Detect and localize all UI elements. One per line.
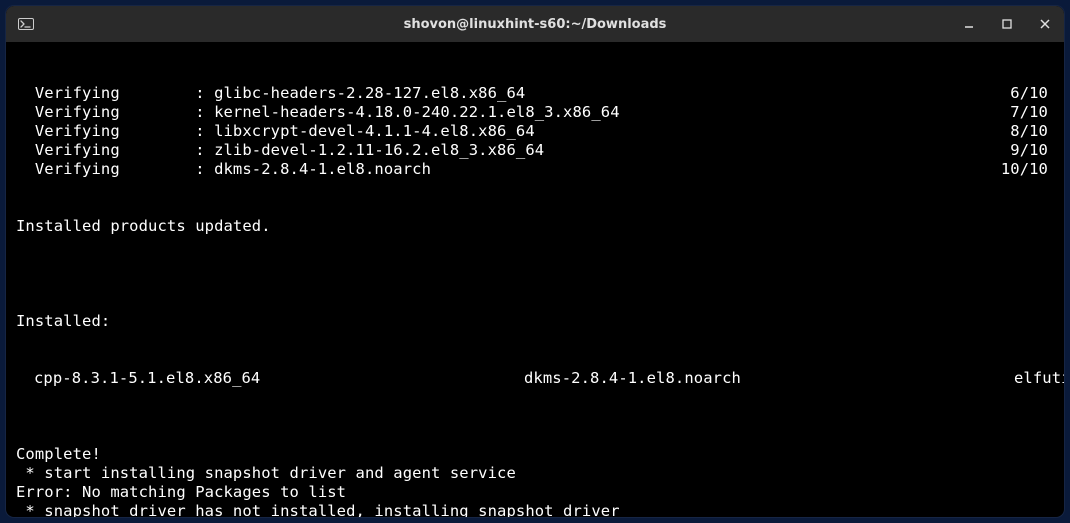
verify-count: 7/10 <box>1010 103 1054 122</box>
maximize-button[interactable] <box>994 11 1020 37</box>
verify-count: 9/10 <box>1010 141 1054 160</box>
verify-label: Verifying : dkms-2.8.4-1.el8.noarch <box>16 160 431 179</box>
window-title: shovon@linuxhint-s60:~/Downloads <box>6 17 1064 32</box>
installed-item: dkms-2.8.4-1.el8.noarch <box>506 369 996 388</box>
terminal-icon <box>18 18 34 30</box>
verify-label: Verifying : kernel-headers-4.18.0-240.22… <box>16 103 620 122</box>
verify-count: 6/10 <box>1010 84 1054 103</box>
output-line: Complete! <box>16 445 1054 464</box>
verify-label: Verifying : glibc-headers-2.28-127.el8.x… <box>16 84 525 103</box>
verify-count: 8/10 <box>1010 122 1054 141</box>
installed-item: elfutils-libelf-devel-0.180-1.el8.x86_64 <box>996 369 1064 388</box>
output-line <box>16 426 1054 445</box>
verify-row: Verifying : zlib-devel-1.2.11-16.2.el8_3… <box>16 141 1054 160</box>
output-line: Installed products updated. <box>16 217 1054 236</box>
output-line: Error: No matching Packages to list <box>16 483 1054 502</box>
titlebar: shovon@linuxhint-s60:~/Downloads <box>6 6 1064 42</box>
window-controls <box>956 6 1058 42</box>
minimize-button[interactable] <box>956 11 982 37</box>
output-line: * start installing snapshot driver and a… <box>16 464 1054 483</box>
verify-row: Verifying : kernel-headers-4.18.0-240.22… <box>16 103 1054 122</box>
verify-row: Verifying : glibc-headers-2.28-127.el8.x… <box>16 84 1054 103</box>
installed-item: cpp-8.3.1-5.1.el8.x86_64 <box>16 369 506 388</box>
verify-label: Verifying : zlib-devel-1.2.11-16.2.el8_3… <box>16 141 544 160</box>
installed-list: cpp-8.3.1-5.1.el8.x86_64dkms-2.8.4-1.el8… <box>16 369 1054 388</box>
verify-row: Verifying : libxcrypt-devel-4.1.1-4.el8.… <box>16 122 1054 141</box>
terminal-output[interactable]: Verifying : glibc-headers-2.28-127.el8.x… <box>6 42 1064 517</box>
verify-row: Verifying : dkms-2.8.4-1.el8.noarch 10/10 <box>16 160 1054 179</box>
verify-count: 10/10 <box>1001 160 1054 179</box>
verify-label: Verifying : libxcrypt-devel-4.1.1-4.el8.… <box>16 122 535 141</box>
verify-block: Verifying : glibc-headers-2.28-127.el8.x… <box>16 84 1054 179</box>
terminal-window: shovon@linuxhint-s60:~/Downloads Verifyi… <box>6 6 1064 517</box>
close-button[interactable] <box>1032 11 1058 37</box>
output-line: * snapshot driver has not installed, ins… <box>16 502 1054 517</box>
tail-block: Complete! * start installing snapshot dr… <box>16 426 1054 517</box>
installed-header: Installed: <box>16 312 1054 331</box>
